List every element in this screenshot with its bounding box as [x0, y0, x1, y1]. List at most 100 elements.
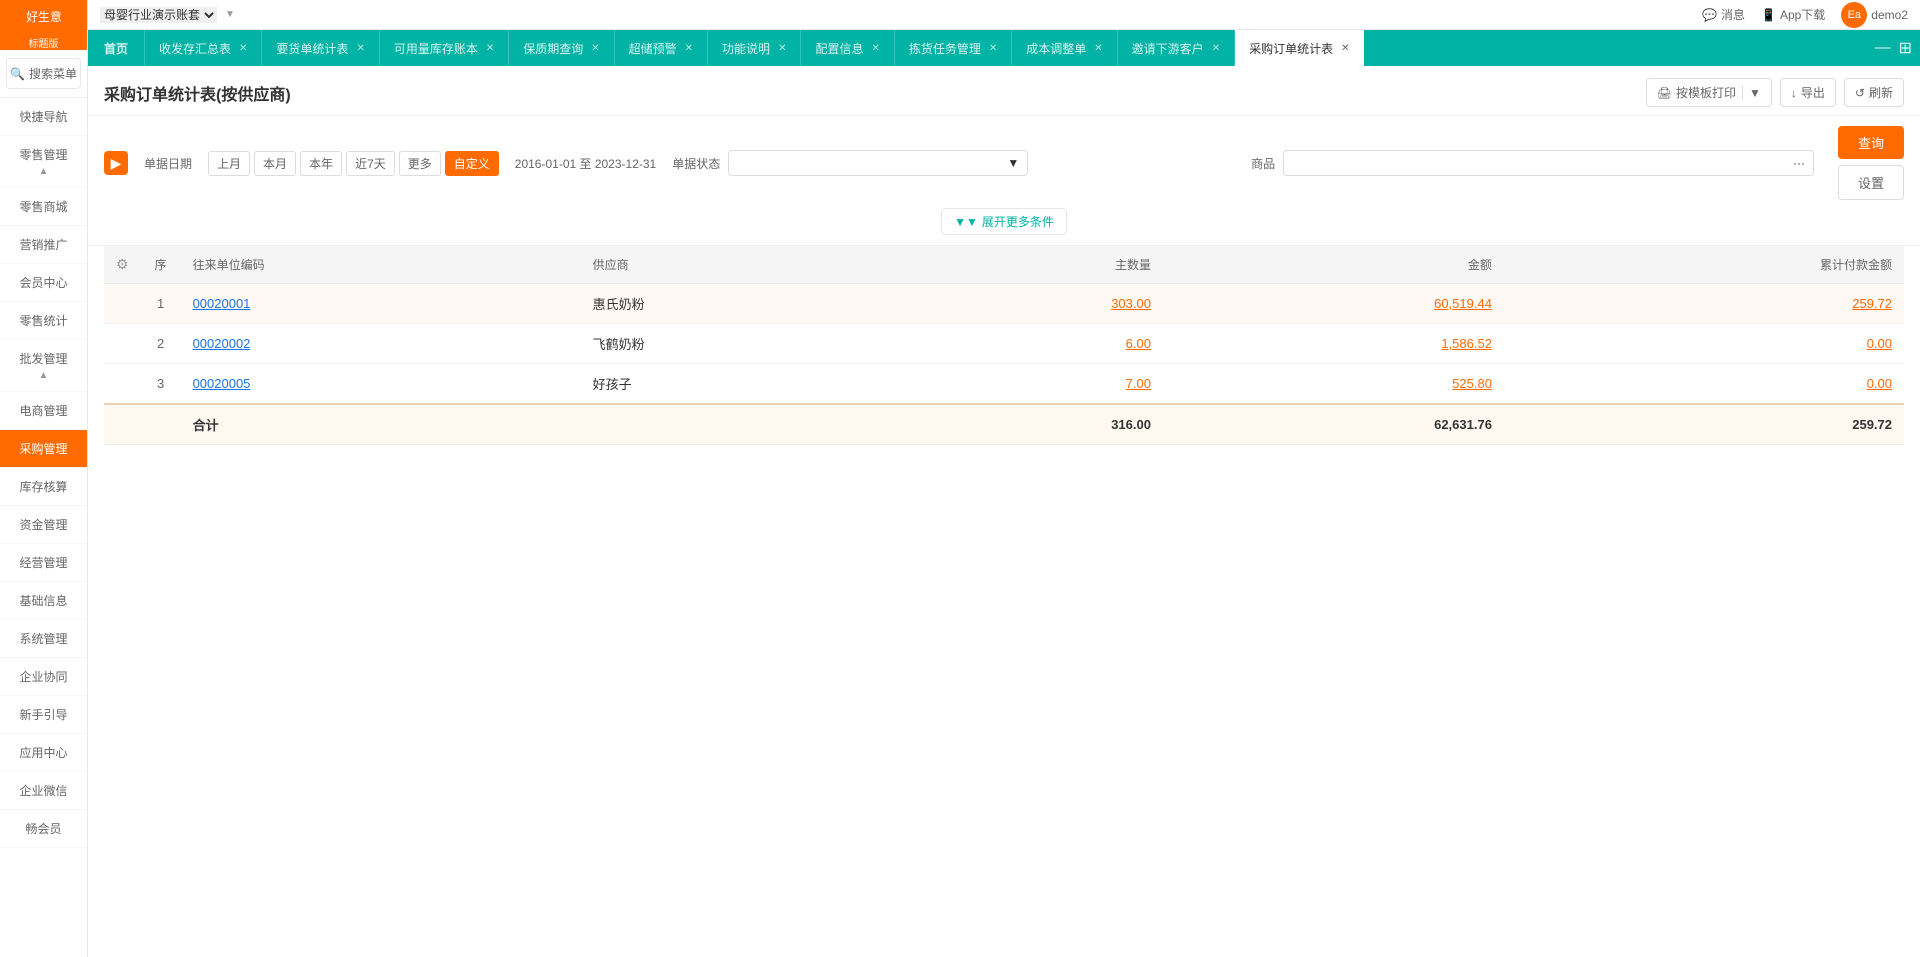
date-btn-this-month[interactable]: 本月 [254, 151, 296, 176]
sidebar-item-appcenter[interactable]: 应用中心 [0, 734, 87, 772]
sidebar-item-wholesale[interactable]: 批发管理 ▲ [0, 340, 87, 392]
tab-overstock[interactable]: 超储预警 ✕ [615, 30, 708, 66]
expand-conditions-button[interactable]: ▼▼ 展开更多条件 [941, 208, 1067, 235]
close-icon[interactable]: ✕ [1212, 43, 1220, 54]
sidebar-item-quicknav[interactable]: 快捷导航 [0, 98, 87, 136]
close-icon[interactable]: ✕ [778, 43, 786, 54]
chevron-icon: ▲ [39, 370, 49, 381]
tabs-actions: — ⊞ [1867, 38, 1920, 58]
sidebar-item-purchasing[interactable]: 采购管理 [0, 430, 87, 468]
search-menu-button[interactable]: 🔍 搜索菜单 [6, 58, 81, 89]
page-content: 采购订单统计表(按供应商) 🖨 按模板打印 ▼ ↓ 导出 ↺ 刷新 [88, 66, 1920, 957]
sidebar-item-system[interactable]: 系统管理 [0, 620, 87, 658]
tab-available-stock[interactable]: 可用量库存账本 ✕ [380, 30, 509, 66]
user-profile[interactable]: Ea demo2 [1841, 2, 1908, 28]
goods-input[interactable]: ··· [1283, 150, 1814, 176]
tabs-expand-icon[interactable]: ⊞ [1899, 38, 1912, 58]
tabs-minimize-icon[interactable]: — [1875, 39, 1891, 57]
tab-picking[interactable]: 拣货任务管理 ✕ [895, 30, 1012, 66]
sidebar-item-operations[interactable]: 经营管理 [0, 544, 87, 582]
close-icon[interactable]: ✕ [1094, 43, 1102, 54]
sidebar-item-members[interactable]: 会员中心 [0, 264, 87, 302]
row-code[interactable]: 00020001 [181, 284, 581, 324]
date-btn-7days[interactable]: 近7天 [346, 151, 395, 176]
filter-area: ▶ 单据日期 上月 本月 本年 近7天 更多 自定义 2016-01-01 至 … [88, 116, 1920, 246]
sidebar-item-enterprise[interactable]: 企业协同 [0, 658, 87, 696]
row-no: 1 [141, 284, 181, 324]
status-select[interactable]: ▼ [728, 150, 1028, 176]
tab-cost-adjust[interactable]: 成本调整单 ✕ [1012, 30, 1117, 66]
sidebar-item-retail-stats[interactable]: 零售统计 [0, 302, 87, 340]
export-icon: ↓ [1791, 86, 1797, 100]
download-icon: 📱 [1761, 8, 1776, 22]
page-title: 采购订单统计表(按供应商) [104, 81, 291, 105]
tab-purchase-stats[interactable]: 采购订单统计表 ✕ [1235, 30, 1364, 66]
row-amount[interactable]: 60,519.44 [1163, 284, 1504, 324]
sidebar-item-wechat[interactable]: 企业微信 [0, 772, 87, 810]
sidebar-item-inventory[interactable]: 库存核算 [0, 468, 87, 506]
sidebar-item-ecommerce[interactable]: 电商管理 [0, 392, 87, 430]
logo[interactable]: 好生意 标题版 [0, 0, 87, 50]
table-row: 1 00020001 惠氏奶粉 303.00 60,519.44 259.72 [104, 284, 1904, 324]
print-button[interactable]: 🖨 按模板打印 ▼ [1646, 78, 1772, 107]
sidebar-item-basic-info[interactable]: 基础信息 [0, 582, 87, 620]
row-amount[interactable]: 525.80 [1163, 364, 1504, 405]
tab-invite[interactable]: 邀请下游客户 ✕ [1118, 30, 1235, 66]
row-paid[interactable]: 259.72 [1504, 284, 1904, 324]
close-icon[interactable]: ✕ [239, 43, 247, 54]
settings-button[interactable]: 设置 [1838, 165, 1904, 200]
date-btn-this-year[interactable]: 本年 [300, 151, 342, 176]
tab-shelf-life[interactable]: 保质期查询 ✕ [509, 30, 614, 66]
column-settings-icon[interactable]: ⚙ [116, 256, 129, 272]
row-paid[interactable]: 0.00 [1504, 324, 1904, 364]
row-amount[interactable]: 1,586.52 [1163, 324, 1504, 364]
status-dropdown-icon: ▼ [1007, 156, 1019, 170]
sidebar-item-finance[interactable]: 资金管理 [0, 506, 87, 544]
date-buttons: 上月 本月 本年 近7天 更多 自定义 [208, 151, 499, 176]
sidebar-item-retail-mall[interactable]: 零售商城 [0, 188, 87, 226]
sidebar-item-retail-mgmt[interactable]: 零售管理 ▲ [0, 136, 87, 188]
tab-features[interactable]: 功能说明 ✕ [708, 30, 801, 66]
sidebar-item-newuser[interactable]: 新手引导 [0, 696, 87, 734]
goods-label: 商品 [1251, 155, 1275, 172]
tab-home[interactable]: 首页 [88, 30, 145, 66]
row-no: 2 [141, 324, 181, 364]
row-qty[interactable]: 6.00 [897, 324, 1163, 364]
tab-order-stats[interactable]: 要货单统计表 ✕ [262, 30, 379, 66]
sidebar-item-marketing[interactable]: 营销推广 [0, 226, 87, 264]
tab-stock-summary[interactable]: 收发存汇总表 ✕ [145, 30, 262, 66]
goods-search-icon: ··· [1793, 156, 1805, 170]
date-btn-more[interactable]: 更多 [399, 151, 441, 176]
sidebar-item-member[interactable]: 畅会员 [0, 810, 87, 848]
close-icon[interactable]: ✕ [486, 43, 494, 54]
row-code[interactable]: 00020002 [181, 324, 581, 364]
date-btn-custom[interactable]: 自定义 [445, 151, 499, 176]
page-header: 采购订单统计表(按供应商) 🖨 按模板打印 ▼ ↓ 导出 ↺ 刷新 [88, 66, 1920, 116]
date-btn-last-month[interactable]: 上月 [208, 151, 250, 176]
close-icon[interactable]: ✕ [591, 43, 599, 54]
row-paid[interactable]: 0.00 [1504, 364, 1904, 405]
message-button[interactable]: 💬 消息 [1702, 6, 1745, 23]
tab-config[interactable]: 配置信息 ✕ [801, 30, 894, 66]
col-qty: 主数量 [897, 246, 1163, 284]
print-arrow-icon[interactable]: ▼ [1742, 86, 1761, 100]
app-download-button[interactable]: 📱 App下载 [1761, 6, 1825, 23]
tabs-bar: 首页 收发存汇总表 ✕ 要货单统计表 ✕ 可用量库存账本 ✕ 保质期查询 ✕ 超… [88, 30, 1920, 66]
close-icon[interactable]: ✕ [989, 43, 997, 54]
table-wrap: ⚙ 序 往来单位编码 供应商 主数量 金额 累计付款金额 1 0002000 [88, 246, 1920, 957]
close-icon[interactable]: ✕ [1341, 43, 1349, 54]
export-button[interactable]: ↓ 导出 [1780, 78, 1836, 107]
row-qty[interactable]: 7.00 [897, 364, 1163, 405]
logo-text: 标题版 [29, 35, 59, 50]
org-select[interactable]: 母婴行业演示账套 [100, 7, 217, 23]
row-code[interactable]: 00020005 [181, 364, 581, 405]
close-icon[interactable]: ✕ [356, 43, 364, 54]
refresh-button[interactable]: ↺ 刷新 [1844, 78, 1904, 107]
close-icon[interactable]: ✕ [685, 43, 693, 54]
table-body: 1 00020001 惠氏奶粉 303.00 60,519.44 259.72 … [104, 284, 1904, 405]
close-icon[interactable]: ✕ [871, 43, 879, 54]
row-qty[interactable]: 303.00 [897, 284, 1163, 324]
query-button[interactable]: 查询 [1838, 126, 1904, 159]
filter-toggle-button[interactable]: ▶ [104, 151, 128, 175]
row-no: 3 [141, 364, 181, 405]
